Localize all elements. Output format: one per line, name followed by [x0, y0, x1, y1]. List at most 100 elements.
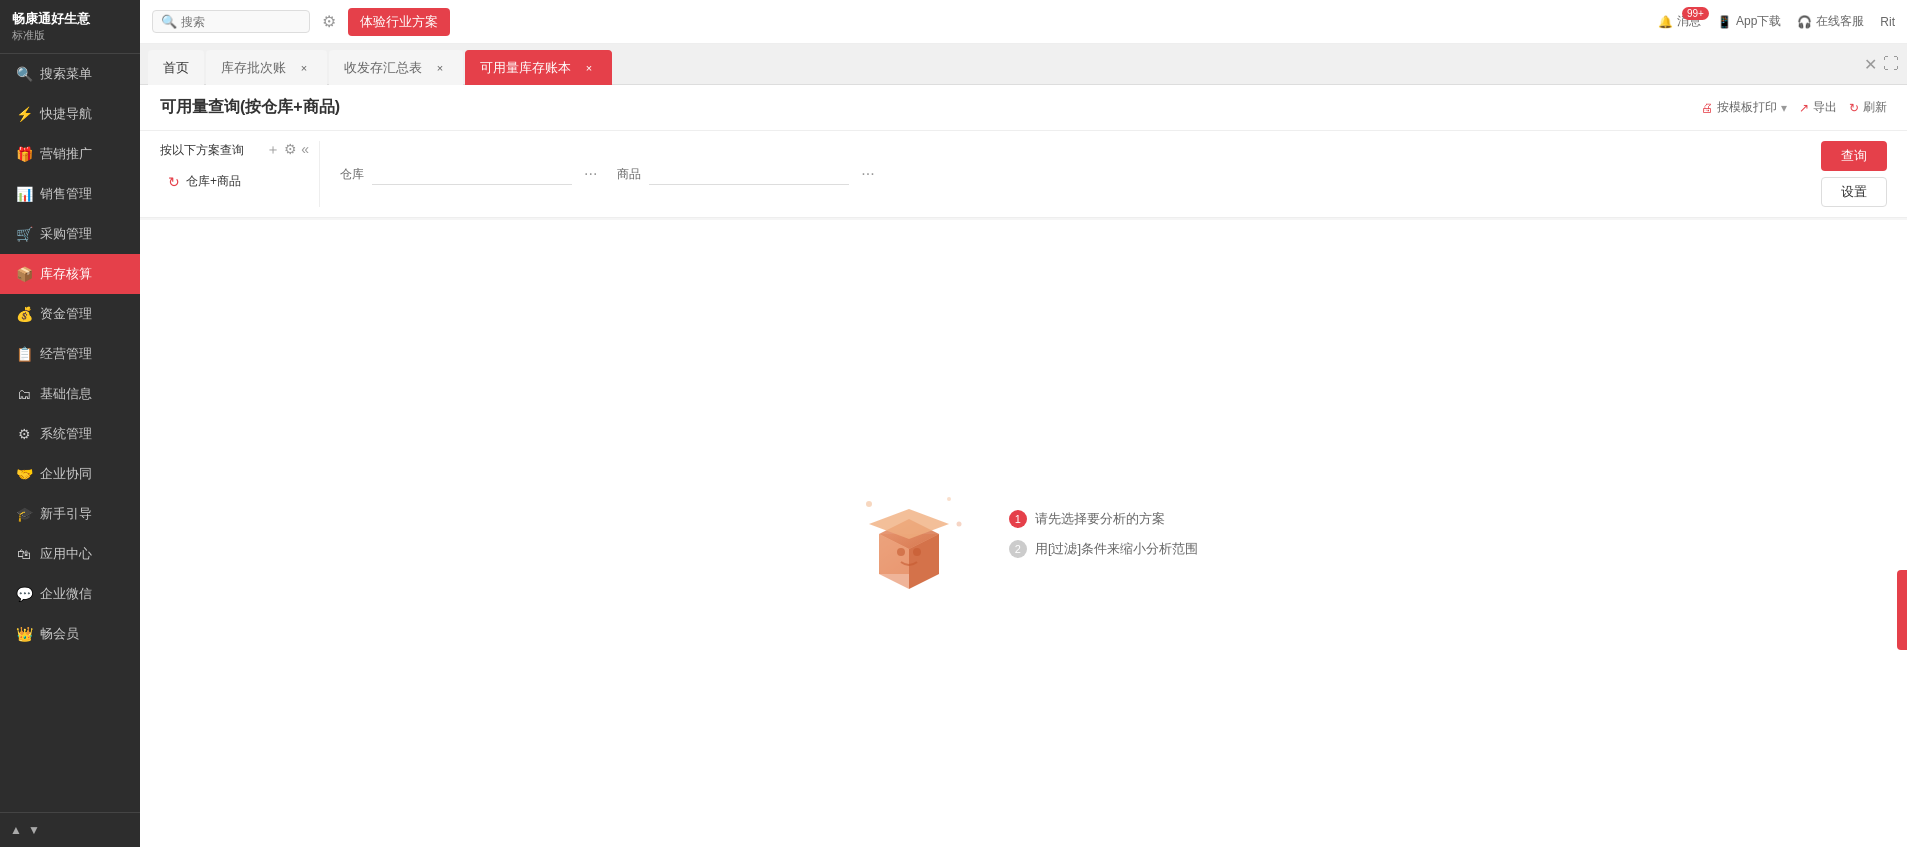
sidebar-item-label: 畅会员	[40, 625, 79, 643]
maximize-icon[interactable]: ⛶	[1883, 55, 1899, 73]
brand-sub: 标准版	[12, 28, 128, 43]
scheme-item-warehouse-goods[interactable]: ↻ 仓库+商品	[160, 167, 309, 196]
settings-scheme-button[interactable]: ⚙	[284, 141, 297, 159]
scroll-handle[interactable]	[1897, 570, 1907, 650]
empty-state: 1 请先选择要分析的方案 2 用[过滤]条件来缩小分析范围	[140, 220, 1907, 847]
svg-point-8	[947, 497, 951, 501]
sidebar-item-enterprise[interactable]: 🤝 企业协同	[0, 454, 140, 494]
gift-icon: 🎁	[16, 146, 32, 162]
sidebar-item-sales[interactable]: 📊 销售管理	[0, 174, 140, 214]
sidebar-item-label: 经营管理	[40, 345, 92, 363]
message-button[interactable]: 🔔 消息 99+	[1658, 13, 1701, 30]
empty-tip-1: 1 请先选择要分析的方案	[1009, 510, 1198, 528]
search-input[interactable]	[181, 15, 301, 29]
phone-icon: 📱	[1717, 15, 1732, 29]
refresh-button[interactable]: ↻ 刷新	[1849, 99, 1887, 116]
sidebar-item-marketing[interactable]: 🎁 营销推广	[0, 134, 140, 174]
sidebar-item-member[interactable]: 👑 畅会员	[0, 614, 140, 654]
money-icon: 💰	[16, 306, 32, 322]
query-button[interactable]: 查询	[1821, 141, 1887, 171]
sidebar-item-inventory[interactable]: 📦 库存核算	[0, 254, 140, 294]
sidebar-item-label: 新手引导	[40, 505, 92, 523]
gear-icon: ⚙	[16, 426, 32, 442]
scheme-item-label: 仓库+商品	[186, 173, 241, 190]
topbar-search-box[interactable]: 🔍	[152, 10, 310, 33]
goods-more-icon[interactable]: ···	[857, 165, 878, 183]
tab-batch-close[interactable]: ×	[296, 60, 312, 76]
print-label: 按模板打印	[1717, 99, 1777, 116]
topbar-right: 🔔 消息 99+ 📱 App下载 🎧 在线客服 Rit	[1658, 13, 1895, 30]
empty-tip-2: 2 用[过滤]条件来缩小分析范围	[1009, 540, 1198, 558]
tip-num-2: 2	[1009, 540, 1027, 558]
tip-text-1: 请先选择要分析的方案	[1035, 510, 1165, 528]
brand-header: 畅康通好生意 标准版	[0, 0, 140, 54]
topbar: 🔍 ⚙ 体验行业方案 🔔 消息 99+ 📱 App下载 🎧 在线客服 Rit	[140, 0, 1907, 44]
filter-group-goods: 商品 ···	[617, 164, 878, 185]
warehouse-input[interactable]	[372, 164, 572, 185]
sidebar-item-label: 系统管理	[40, 425, 92, 443]
collapse-scheme-button[interactable]: «	[301, 141, 309, 159]
sidebar-item-label: 资金管理	[40, 305, 92, 323]
sidebar-item-appstore[interactable]: 🛍 应用中心	[0, 534, 140, 574]
sidebar-item-operation[interactable]: 📋 经营管理	[0, 334, 140, 374]
export-icon: ↗	[1799, 101, 1809, 115]
scheme-panel-header: 按以下方案查询 ＋ ⚙ «	[160, 141, 309, 159]
app-download-button[interactable]: 📱 App下载	[1717, 13, 1781, 30]
empty-illustration	[849, 474, 969, 594]
sidebar-item-label: 企业协同	[40, 465, 92, 483]
trial-button[interactable]: 体验行业方案	[348, 8, 450, 36]
sidebar-item-basic[interactable]: 🗂 基础信息	[0, 374, 140, 414]
sidebar-item-nav[interactable]: ⚡ 快捷导航	[0, 94, 140, 134]
goods-input[interactable]	[649, 164, 849, 185]
sidebar-item-label: 销售管理	[40, 185, 92, 203]
scroll-down-icon[interactable]: ▼	[28, 823, 40, 837]
export-button[interactable]: ↗ 导出	[1799, 99, 1837, 116]
refresh-label: 刷新	[1863, 99, 1887, 116]
headset-icon: 🎧	[1797, 15, 1812, 29]
window-controls: ✕ ⛶	[1856, 44, 1907, 84]
goods-label: 商品	[617, 166, 641, 183]
refresh-icon: ↻	[1849, 101, 1859, 115]
settings-button[interactable]: 设置	[1821, 177, 1887, 207]
print-button[interactable]: 🖨 按模板打印 ▾	[1701, 99, 1787, 116]
sidebar-item-label: 基础信息	[40, 385, 92, 403]
close-window-icon[interactable]: ✕	[1864, 55, 1877, 74]
sidebar-item-guide[interactable]: 🎓 新手引导	[0, 494, 140, 534]
wechat-icon: 💬	[16, 586, 32, 602]
svg-point-5	[897, 548, 905, 556]
svg-point-7	[866, 501, 872, 507]
tab-summary[interactable]: 收发存汇总表 ×	[329, 50, 463, 85]
settings-icon[interactable]: ⚙	[318, 8, 340, 35]
service-button[interactable]: 🎧 在线客服	[1797, 13, 1864, 30]
warehouse-label: 仓库	[340, 166, 364, 183]
sidebar-item-label: 营销推广	[40, 145, 92, 163]
warehouse-more-icon[interactable]: ···	[580, 165, 601, 183]
sidebar-item-purchase[interactable]: 🛒 采购管理	[0, 214, 140, 254]
page-header: 可用量查询(按仓库+商品) 🖨 按模板打印 ▾ ↗ 导出 ↻ 刷新	[140, 85, 1907, 131]
service-label: 在线客服	[1816, 13, 1864, 30]
empty-box-svg	[849, 474, 969, 594]
tab-summary-close[interactable]: ×	[432, 60, 448, 76]
scroll-up-icon[interactable]: ▲	[10, 823, 22, 837]
user-menu[interactable]: Rit	[1880, 15, 1895, 29]
search-icon: 🔍	[161, 14, 177, 29]
tab-available[interactable]: 可用量库存账本 ×	[465, 50, 612, 85]
add-scheme-button[interactable]: ＋	[266, 141, 280, 159]
sidebar-item-system[interactable]: ⚙ 系统管理	[0, 414, 140, 454]
sidebar-item-label: 采购管理	[40, 225, 92, 243]
sidebar-item-wechat[interactable]: 💬 企业微信	[0, 574, 140, 614]
sidebar-item-finance[interactable]: 💰 资金管理	[0, 294, 140, 334]
folder-icon: 🗂	[16, 386, 32, 402]
sidebar-scroll: 🔍 搜索菜单 ⚡ 快捷导航 🎁 营销推广 📊 销售管理 🛒 采购管理 📦 库存核…	[0, 54, 140, 812]
lightning-icon: ⚡	[16, 106, 32, 122]
app-icon: 🛍	[16, 546, 32, 562]
page-title: 可用量查询(按仓库+商品)	[160, 97, 340, 118]
tab-home[interactable]: 首页	[148, 50, 204, 85]
cart-icon: 🛒	[16, 226, 32, 242]
empty-tips: 1 请先选择要分析的方案 2 用[过滤]条件来缩小分析范围	[1009, 510, 1198, 558]
tab-batch[interactable]: 库存批次账 ×	[206, 50, 327, 85]
sidebar-item-search[interactable]: 🔍 搜索菜单	[0, 54, 140, 94]
scheme-rotate-icon: ↻	[168, 174, 180, 190]
tab-available-close[interactable]: ×	[581, 60, 597, 76]
box-icon: 📦	[16, 266, 32, 282]
